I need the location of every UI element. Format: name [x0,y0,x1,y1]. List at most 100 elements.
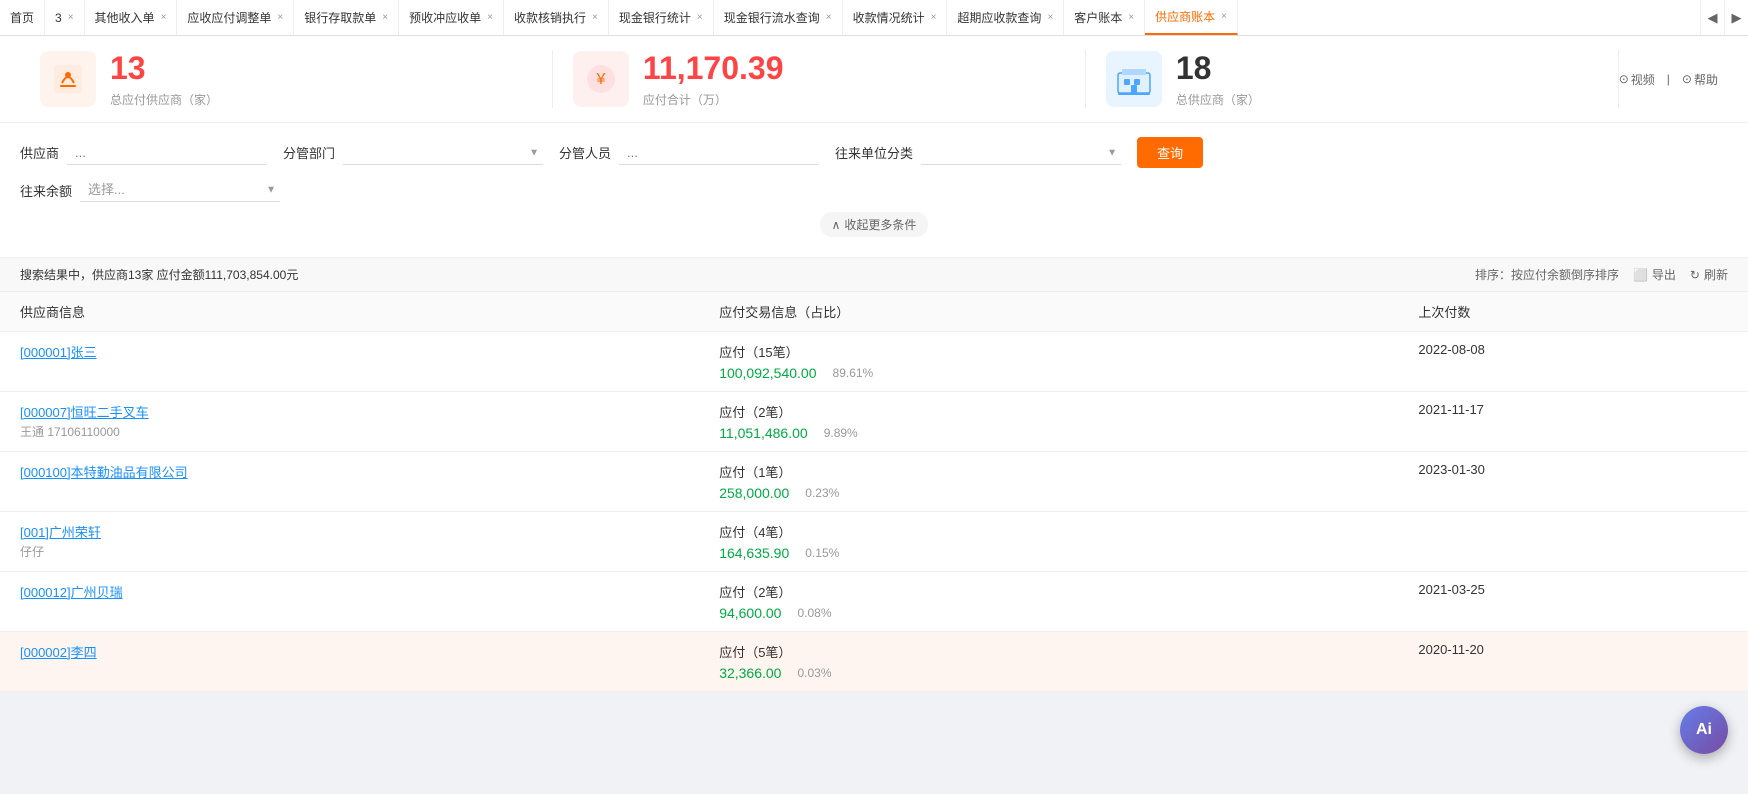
payable-pct-5: 0.03% [797,666,831,680]
cell-supplier-0: [000001]张三 [0,332,699,392]
payable-pct-2: 0.23% [805,486,839,500]
stat-label-payable-suppliers: 总应付供应商（家） [110,91,218,108]
payable-count-3: 应付（4笔） [719,522,1378,541]
close-other-income[interactable]: × [161,12,167,23]
stat-total-suppliers: 18 总供应商（家） [1086,50,1619,108]
supplier-table: 供应商信息 应付交易信息（占比） 上次付数 [000001]张三 应付（15笔）… [0,292,1748,692]
refresh-icon: ↻ [1690,268,1700,282]
stat-label-payable-amount: 应付合计（万） [643,91,784,108]
category-select-wrap: ▼ [921,141,1121,165]
nav-ar-ap-adjust[interactable]: 应收应付调整单 × [177,0,294,35]
cell-payable-5: 应付（5笔） 32,366.00 0.03% [699,632,1398,692]
nav-tab3[interactable]: 3 × [45,0,85,35]
nav-overdue-ar[interactable]: 超期应收款查询 × [947,0,1064,35]
col-header-payable: 应付交易信息（占比） [699,292,1398,332]
nav-prepay-ar[interactable]: 预收冲应收单 × [399,0,504,35]
close-overdue-ar[interactable]: × [1047,12,1053,23]
collapse-icon: ∧ [832,218,841,232]
results-summary: 搜索结果中，供应商13家 应付金额111,703,854.00元 [20,266,298,283]
nav-home[interactable]: 首页 [0,0,45,35]
payable-pct-4: 0.08% [797,606,831,620]
supplier-link-5[interactable]: [000002]李四 [20,642,679,661]
payable-count-5: 应付（5笔） [719,642,1378,661]
stat-number-payable-amount: 11,170.39 [643,50,784,87]
nav-receipt-stat[interactable]: 收款情况统计 × [843,0,948,35]
supplier-link-3[interactable]: [001]广州荣轩 [20,522,679,541]
nav-supplier-book[interactable]: 供应商账本 × [1145,0,1238,35]
close-ar-ap-adjust[interactable]: × [277,12,283,23]
supplier-link-0[interactable]: [000001]张三 [20,342,679,361]
nav-cash-bank-stat[interactable]: 现金银行统计 × [609,0,714,35]
help-btn[interactable]: ⊙ 帮助 [1682,71,1718,88]
col-header-supplier: 供应商信息 [0,292,699,332]
nav-receipt-verify[interactable]: 收款核销执行 × [504,0,609,35]
cell-payable-1: 应付（2笔） 11,051,486.00 9.89% [699,392,1398,452]
dept-select[interactable] [343,141,543,165]
close-cash-bank-stat[interactable]: × [697,12,703,23]
supplier-link-1[interactable]: [000007]恒旺二手叉车 [20,402,679,421]
payable-amount-1[interactable]: 11,051,486.00 [719,425,808,441]
supplier-sub-3: 仔仔 [20,543,679,560]
nav-arrow-left[interactable]: ◀ [1700,0,1724,36]
nav-arrow-right[interactable]: ▶ [1724,0,1748,36]
search-button[interactable]: 查询 [1137,137,1203,168]
stat-number-total-suppliers: 18 [1176,50,1260,87]
stat-icon-suppliers [1106,51,1162,107]
category-select[interactable] [921,141,1121,165]
video-icon: ⊙ [1619,72,1629,86]
cell-payable-2: 应付（1笔） 258,000.00 0.23% [699,452,1398,512]
lastpay-date-2: 2023-01-30 [1418,462,1485,477]
refresh-button[interactable]: ↻ 刷新 [1690,266,1728,283]
results-actions: 排序：按应付余额倒序排序 ⬜ 导出 ↻ 刷新 [1475,266,1728,283]
balance-select-wrap: 选择... ▼ [80,178,280,202]
results-bar: 搜索结果中，供应商13家 应付金额111,703,854.00元 排序：按应付余… [0,258,1748,292]
category-filter-label: 往来单位分类 [835,143,913,162]
cell-supplier-4: [000012]广州贝瑞 [0,572,699,632]
close-cash-bank-query[interactable]: × [826,12,832,23]
payable-amount-2[interactable]: 258,000.00 [719,485,789,501]
supplier-link-2[interactable]: [000100]本特勤油品有限公司 [20,462,679,481]
cell-lastpay-4: 2021-03-25 [1398,572,1748,632]
stat-info-payable-amount: 11,170.39 应付合计（万） [643,50,784,108]
lastpay-date-1: 2021-11-17 [1418,402,1484,417]
person-filter-label: 分管人员 [559,143,611,162]
table-row: [000012]广州贝瑞 应付（2笔） 94,600.00 0.08% 2021… [0,572,1748,632]
balance-select[interactable]: 选择... [80,178,280,202]
close-tab3[interactable]: × [68,12,74,23]
stat-number-payable-suppliers: 13 [110,50,218,87]
collapse-filter-button[interactable]: ∧ 收起更多条件 [820,212,929,237]
close-prepay-ar[interactable]: × [487,12,493,23]
lastpay-date-5: 2020-11-20 [1418,642,1484,657]
filter-category: 往来单位分类 ▼ [835,141,1121,165]
stat-icon-payable-suppliers [40,51,96,107]
person-filter-input[interactable] [619,141,819,165]
stat-total-payable-amount: ¥ 11,170.39 应付合计（万） [553,50,1086,108]
stats-bar: 13 总应付供应商（家） ¥ 11,170.39 应付合计（万） [0,36,1748,123]
table-header: 供应商信息 应付交易信息（占比） 上次付数 [0,292,1748,332]
nav-cash-bank-query[interactable]: 现金银行流水查询 × [714,0,843,35]
payable-count-0: 应付（15笔） [719,342,1378,361]
payable-amount-5[interactable]: 32,366.00 [719,665,781,681]
supplier-filter-input[interactable] [67,141,267,165]
video-help-btn[interactable]: ⊙ 视频 [1619,71,1655,88]
data-table-wrap: 供应商信息 应付交易信息（占比） 上次付数 [000001]张三 应付（15笔）… [0,292,1748,692]
nav-bank-deposit[interactable]: 银行存取款单 × [294,0,399,35]
stat-total-payable-suppliers: 13 总应付供应商（家） [20,50,553,108]
nav-other-income[interactable]: 其他收入单 × [85,0,178,35]
nav-customer-book[interactable]: 客户账本 × [1064,0,1145,35]
payable-amount-4[interactable]: 94,600.00 [719,605,781,621]
payable-amount-0[interactable]: 100,092,540.00 [719,365,816,381]
payable-amount-3[interactable]: 164,635.90 [719,545,789,561]
sort-select[interactable]: 排序：按应付余额倒序排序 [1475,266,1619,283]
cell-payable-3: 应付（4笔） 164,635.90 0.15% [699,512,1398,572]
close-receipt-stat[interactable]: × [931,12,937,23]
export-button[interactable]: ⬜ 导出 [1633,266,1676,283]
table-row: [000100]本特勤油品有限公司 应付（1笔） 258,000.00 0.23… [0,452,1748,512]
supplier-link-4[interactable]: [000012]广州贝瑞 [20,582,679,601]
close-supplier-book[interactable]: × [1221,11,1227,22]
close-customer-book[interactable]: × [1128,12,1134,23]
close-bank-deposit[interactable]: × [382,12,388,23]
close-receipt-verify[interactable]: × [592,12,598,23]
ai-assistant-button[interactable]: Ai [1680,706,1728,754]
dept-select-wrap: ▼ [343,141,543,165]
